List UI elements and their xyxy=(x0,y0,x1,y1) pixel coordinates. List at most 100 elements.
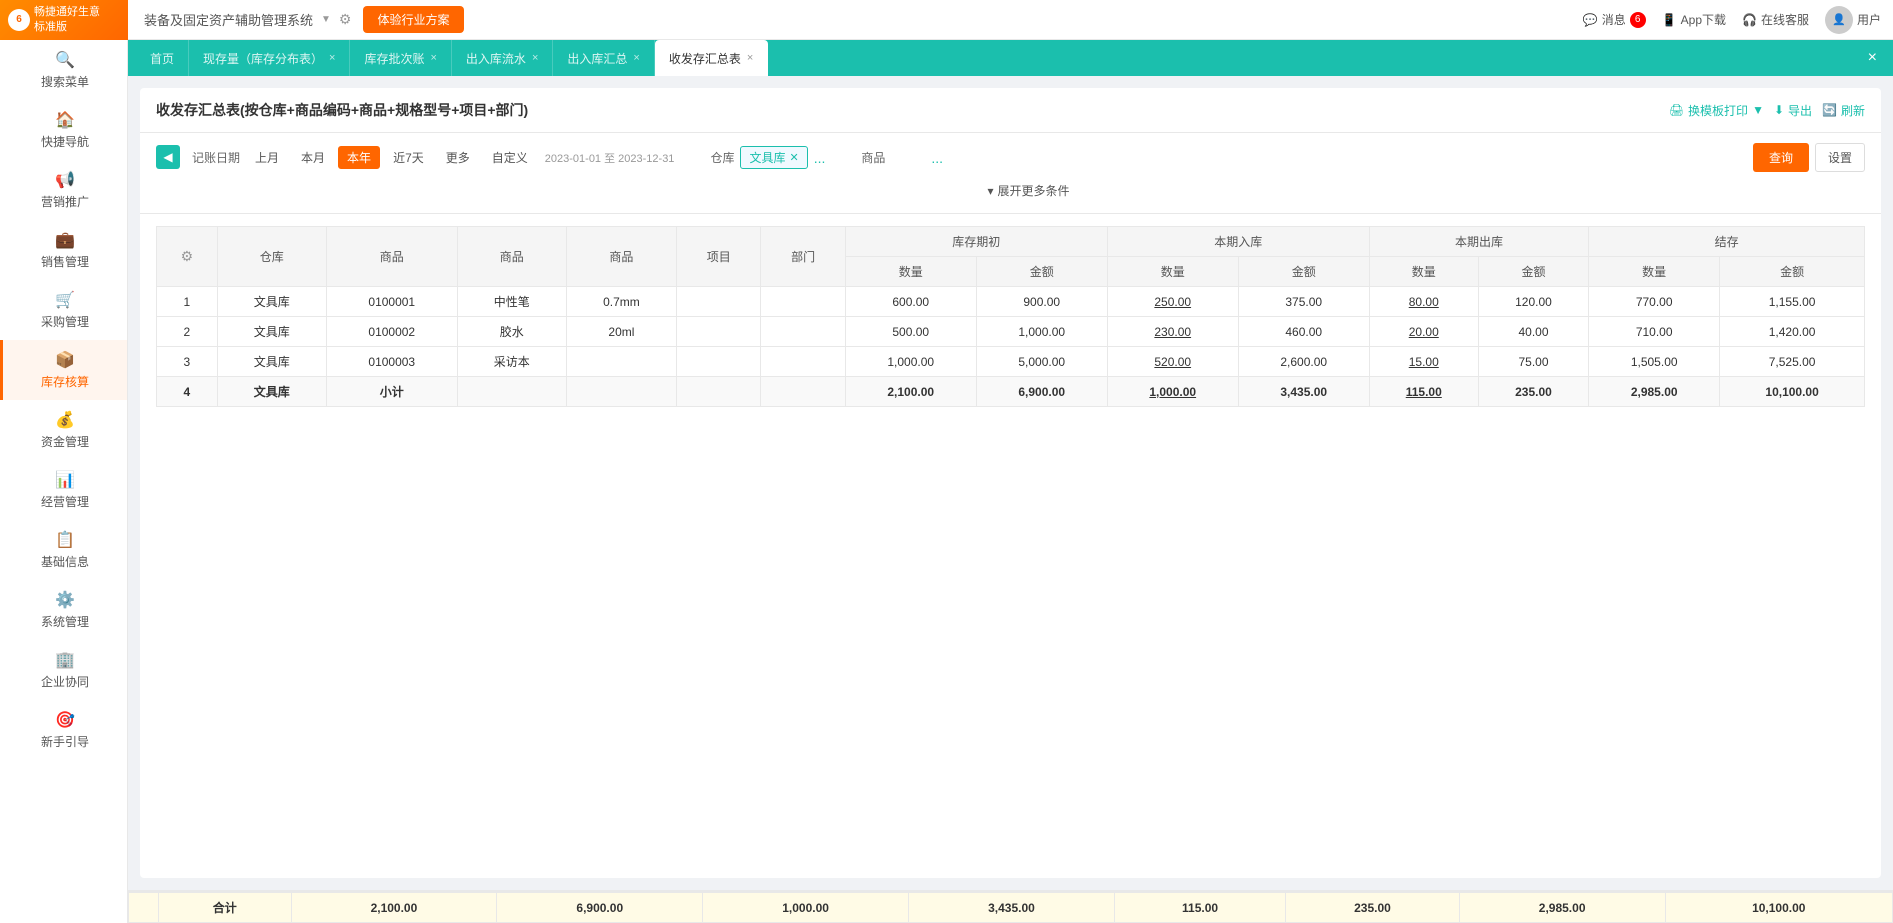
footer-spacer xyxy=(129,893,159,923)
sidebar-icon-inventory: 📦 xyxy=(55,350,75,370)
sidebar-item-system[interactable]: ⚙️ 系统管理 xyxy=(0,580,127,640)
tab-close-stock-dist[interactable]: × xyxy=(329,52,335,64)
warehouse-filter-dots[interactable]: ... xyxy=(814,150,826,166)
tab-label-recv-send-summary: 收发存汇总表 xyxy=(669,50,741,67)
settings-icon[interactable]: ⚙ xyxy=(339,11,352,28)
tab-in-out-summary[interactable]: 出入库汇总× xyxy=(553,40,654,76)
cell-project xyxy=(677,347,761,377)
message-badge: 6 xyxy=(1630,12,1646,28)
goods-filter-dots[interactable]: ... xyxy=(931,150,943,166)
tab-home[interactable]: 首页 xyxy=(136,40,189,76)
sidebar-label-operation: 经营管理 xyxy=(41,493,89,510)
cell-in-qty[interactable]: 230.00 xyxy=(1107,317,1238,347)
query-button[interactable]: 查询 xyxy=(1753,143,1809,172)
date-btn-custom[interactable]: 自定义 xyxy=(483,146,537,169)
cell-out-qty[interactable]: 15.00 xyxy=(1369,347,1478,377)
sidebar-item-marketing[interactable]: 📢 营销推广 xyxy=(0,160,127,220)
page-container: 收发存汇总表(按仓库+商品编码+商品+规格型号+项目+部门) 🖨 换模板打印 ▼… xyxy=(140,88,1881,878)
cell-bal-qty: 710.00 xyxy=(1589,317,1720,347)
cell-index: 2 xyxy=(157,317,218,347)
logo-icon: 6 xyxy=(8,9,30,31)
cell-bal-qty: 770.00 xyxy=(1589,287,1720,317)
warehouse-tag-close[interactable]: ✕ xyxy=(789,151,798,164)
cell-name: 胶水 xyxy=(457,317,566,347)
cell-out-qty[interactable]: 115.00 xyxy=(1369,377,1478,407)
th-in: 本期入库 xyxy=(1107,227,1369,257)
warehouse-filter-section: 仓库 文具库 ✕ ... xyxy=(710,146,825,169)
dropdown-arrow-icon[interactable]: ▼ xyxy=(321,14,331,25)
cell-in-amt: 3,435.00 xyxy=(1238,377,1369,407)
th-settings[interactable]: ⚙ xyxy=(157,227,218,287)
system-title: 装备及固定资产辅助管理系统 xyxy=(144,10,313,29)
sidebar-label-purchase: 采购管理 xyxy=(41,313,89,330)
sidebar-item-search[interactable]: 🔍 搜索菜单 xyxy=(0,40,127,100)
sidebar-item-operation[interactable]: 📊 经营管理 xyxy=(0,460,127,520)
date-btn-last-month[interactable]: 上月 xyxy=(246,146,288,169)
sidebar-item-quick-nav[interactable]: 🏠 快捷导航 xyxy=(0,100,127,160)
date-btn-7days[interactable]: 近7天 xyxy=(384,146,433,169)
sidebar-icon-system: ⚙️ xyxy=(55,590,75,610)
export-button[interactable]: ⬇ 导出 xyxy=(1774,102,1812,119)
th-out: 本期出库 xyxy=(1369,227,1588,257)
tab-close-in-out-flow[interactable]: × xyxy=(532,52,538,64)
cell-dept xyxy=(761,377,845,407)
cell-project xyxy=(677,287,761,317)
tab-recv-send-summary[interactable]: 收发存汇总表 × xyxy=(655,40,768,76)
date-btn-this-year[interactable]: 本年 xyxy=(338,146,380,169)
filter-settings-button[interactable]: 设置 xyxy=(1815,143,1865,172)
cell-in-qty[interactable]: 250.00 xyxy=(1107,287,1238,317)
th-in-amt: 金额 xyxy=(1238,257,1369,287)
filter-row-1: 记账日期 上月 本月 本年 近7天 更多 自定义 2023-01-01 至 20… xyxy=(192,143,1865,172)
goods-label: 商品 xyxy=(861,149,885,166)
filter-area: ◀ 记账日期 上月 本月 本年 xyxy=(140,133,1881,214)
cell-in-qty[interactable]: 520.00 xyxy=(1107,347,1238,377)
tab-bar-close-button[interactable]: × xyxy=(1860,49,1885,67)
cell-out-amt: 120.00 xyxy=(1478,287,1588,317)
online-service-action[interactable]: 🎧 在线客服 xyxy=(1742,11,1809,28)
refresh-button[interactable]: 🔄 刷新 xyxy=(1822,102,1865,119)
th-warehouse: 仓库 xyxy=(217,227,326,287)
print-button[interactable]: 🖨 换模板打印 ▼ xyxy=(1669,102,1764,119)
cell-dept xyxy=(761,317,845,347)
tab-in-out-flow[interactable]: 出入库流水× xyxy=(452,40,553,76)
expand-more-button[interactable]: ▾ 展开更多条件 xyxy=(979,178,1077,203)
page-area: 收发存汇总表(按仓库+商品编码+商品+规格型号+项目+部门) 🖨 换模板打印 ▼… xyxy=(128,76,1893,890)
cell-out-qty[interactable]: 80.00 xyxy=(1369,287,1478,317)
date-btn-more[interactable]: 更多 xyxy=(437,146,479,169)
th-code: 商品 xyxy=(326,227,457,287)
app-download-action[interactable]: 📱 App下载 xyxy=(1662,11,1726,28)
sidebar-item-purchase[interactable]: 🛒 采购管理 xyxy=(0,280,127,340)
cell-name xyxy=(457,377,566,407)
cell-bal-amt: 10,100.00 xyxy=(1720,377,1865,407)
tab-close-in-out-summary[interactable]: × xyxy=(633,52,639,64)
cell-project xyxy=(677,317,761,347)
tab-close-batch[interactable]: × xyxy=(430,52,436,64)
footer-in-qty: 1,000.00 xyxy=(703,893,909,923)
sidebar-item-basic-info[interactable]: 📋 基础信息 xyxy=(0,520,127,580)
sidebar-icon-sales: 💼 xyxy=(55,230,75,250)
cell-bal-amt: 1,420.00 xyxy=(1720,317,1865,347)
subtotal-row: 4 文具库 小计 2,100.00 6,900.00 1,000.00 xyxy=(157,377,1865,407)
trial-button[interactable]: 体验行业方案 xyxy=(363,6,463,33)
th-in-qty: 数量 xyxy=(1107,257,1238,287)
phone-icon: 📱 xyxy=(1662,13,1677,27)
sidebar-item-enterprise[interactable]: 🏢 企业协同 xyxy=(0,640,127,700)
cell-code: 0100002 xyxy=(326,317,457,347)
sidebar-item-sales[interactable]: 💼 销售管理 xyxy=(0,220,127,280)
sidebar-item-inventory[interactable]: 📦 库存核算 xyxy=(0,340,127,400)
tab-close-recv-send-summary[interactable]: × xyxy=(747,52,753,64)
cell-out-qty[interactable]: 20.00 xyxy=(1369,317,1478,347)
avatar: 👤 xyxy=(1825,6,1853,34)
footer-open-qty: 2,100.00 xyxy=(291,893,497,923)
user-action[interactable]: 👤 用户 xyxy=(1825,6,1881,34)
date-btn-this-month[interactable]: 本月 xyxy=(292,146,334,169)
sidebar-item-guide[interactable]: 🎯 新手引导 xyxy=(0,700,127,760)
tab-stock-dist[interactable]: 现存量（库存分布表）× xyxy=(189,40,350,76)
cell-in-qty[interactable]: 1,000.00 xyxy=(1107,377,1238,407)
filter-toggle-button[interactable]: ◀ xyxy=(156,145,180,169)
sidebar-label-capital: 资金管理 xyxy=(41,433,89,450)
table-settings-icon[interactable]: ⚙ xyxy=(181,248,194,264)
message-action[interactable]: 💬 消息 6 xyxy=(1583,11,1646,28)
tab-batch[interactable]: 库存批次账× xyxy=(350,40,451,76)
sidebar-item-capital[interactable]: 💰 资金管理 xyxy=(0,400,127,460)
